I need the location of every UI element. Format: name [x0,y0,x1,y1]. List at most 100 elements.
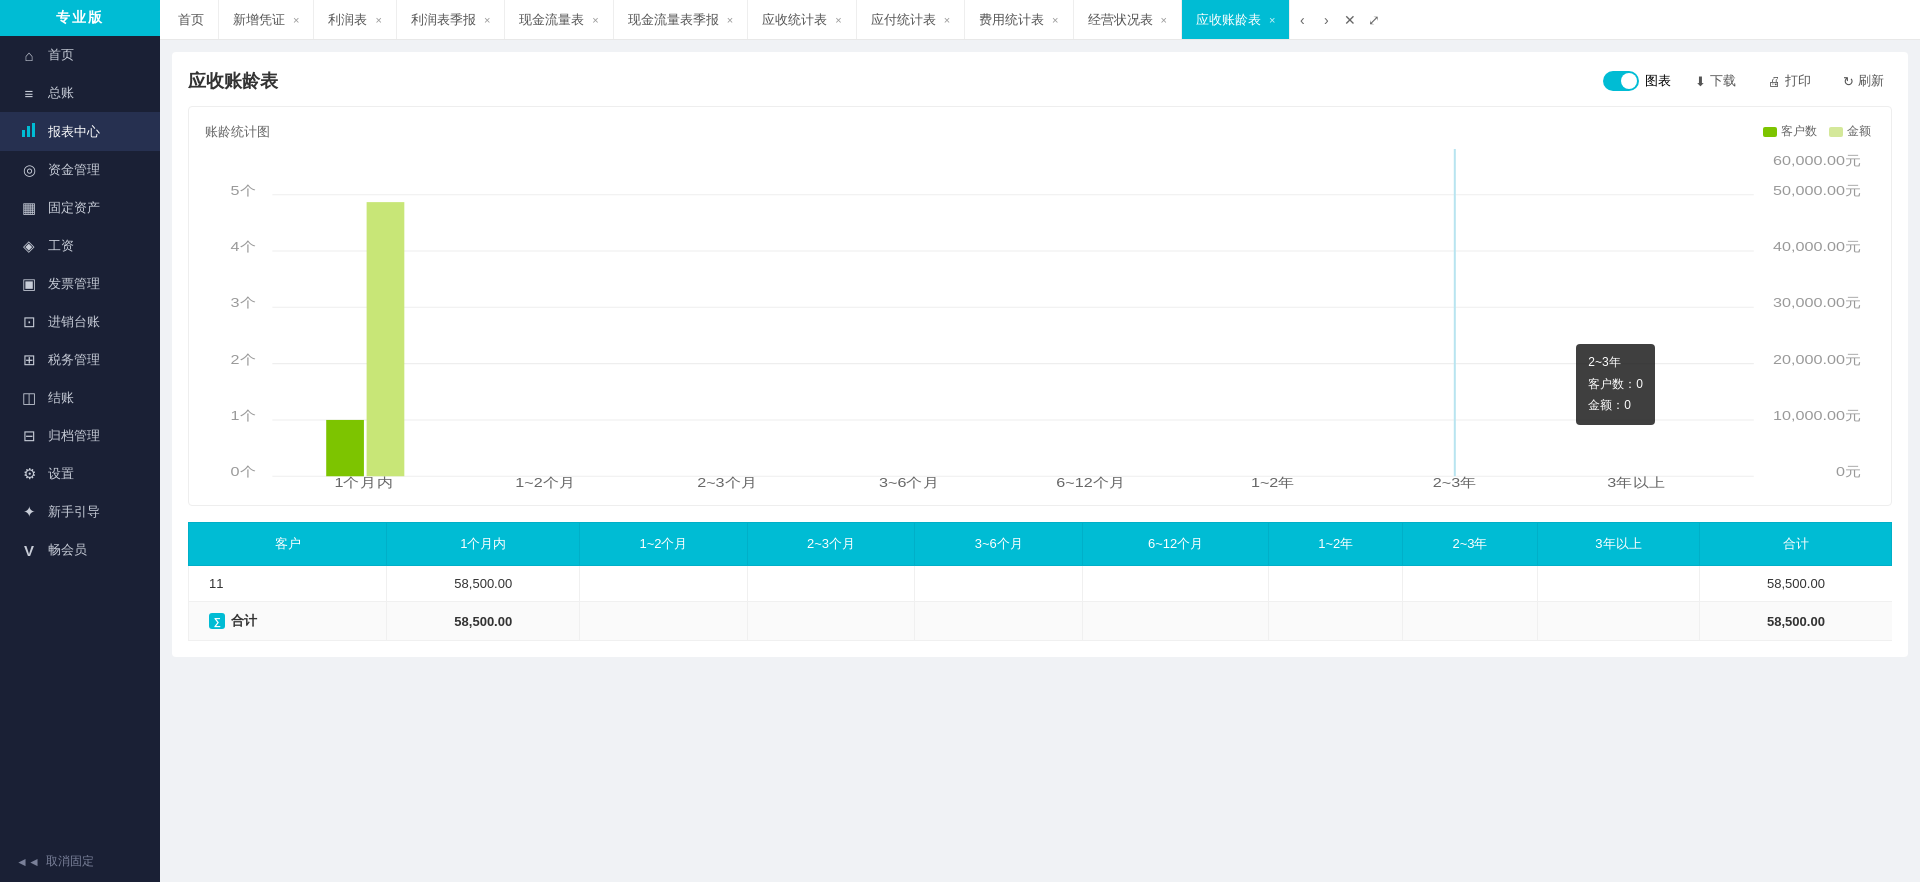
sidebar-item-label: 报表中心 [48,123,100,141]
tab-profit-quarter[interactable]: 利润表季报 × [397,0,505,40]
total-label-wrapper: ∑ 合计 [209,612,378,630]
tab-close-icon[interactable]: × [944,14,950,26]
refresh-button[interactable]: ↻ 刷新 [1835,68,1892,94]
cell-total: 58,500.00 [1700,566,1892,602]
tab-close-icon[interactable]: × [375,14,381,26]
sidebar-item-close[interactable]: ◫ 结账 [0,379,160,417]
guide-icon: ✦ [20,503,38,521]
sidebar-item-assets[interactable]: ▦ 固定资产 [0,189,160,227]
sidebar-item-label: 总账 [48,84,74,102]
legend-amount: 金额 [1829,123,1871,140]
sidebar-item-home[interactable]: ⌂ 首页 [0,36,160,74]
tab-close-icon[interactable]: × [1161,14,1167,26]
tab-close-icon[interactable]: × [835,14,841,26]
print-icon: 🖨 [1768,74,1781,89]
total-y3plus [1537,602,1700,641]
page-content: 应收账龄表 图表 ⬇ 下载 🖨 打印 [160,40,1920,882]
svg-text:1个: 1个 [231,409,257,423]
svg-text:30,000.00元: 30,000.00元 [1773,296,1862,310]
tax-icon: ⊞ [20,351,38,369]
tab-label: 应收账龄表 [1196,11,1261,29]
legend-customers-color [1763,127,1777,137]
tab-ap-stat[interactable]: 应付统计表 × [857,0,965,40]
refresh-icon: ↻ [1843,74,1854,89]
sidebar-item-settings[interactable]: ⚙ 设置 [0,455,160,493]
svg-rect-1 [27,126,30,137]
tab-profit[interactable]: 利润表 × [314,0,396,40]
legend-customers-label: 客户数 [1781,123,1817,140]
legend-customers: 客户数 [1763,123,1817,140]
print-label: 打印 [1785,72,1811,90]
tab-close-icon[interactable]: × [484,14,490,26]
sidebar-item-guide[interactable]: ✦ 新手引导 [0,493,160,531]
legend-amount-color [1829,127,1843,137]
cell-m612 [1083,566,1269,602]
total-icon: ∑ [209,613,225,629]
close-accounts-icon: ◫ [20,389,38,407]
sidebar-item-stock[interactable]: ⊡ 进销台账 [0,303,160,341]
archive-icon: ⊟ [20,427,38,445]
chart-title: 账龄统计图 [205,123,1875,141]
print-button[interactable]: 🖨 打印 [1760,68,1819,94]
sidebar-item-label: 设置 [48,465,74,483]
table-header-row: 客户 1个月内 1~2个月 2~3个月 3~6个月 6~12个月 1~2年 2~… [189,523,1892,566]
total-sum: 58,500.00 [1700,602,1892,641]
chart-toggle[interactable]: 图表 [1603,71,1671,91]
cell-y23 [1403,566,1537,602]
tab-close-icon[interactable]: × [1269,14,1275,26]
sidebar-item-label: 工资 [48,237,74,255]
table-row: 11 58,500.00 58,500.00 [189,566,1892,602]
tab-fullscreen-button[interactable]: ⤢ [1362,0,1386,40]
sidebar-item-reports[interactable]: 报表中心 [0,112,160,151]
tab-close-icon[interactable]: × [592,14,598,26]
report-container: 应收账龄表 图表 ⬇ 下载 🖨 打印 [172,52,1908,657]
download-button[interactable]: ⬇ 下载 [1687,68,1744,94]
total-y12 [1269,602,1403,641]
cell-total-label: ∑ 合计 [189,602,387,641]
col-header-y3plus: 3年以上 [1537,523,1700,566]
sidebar-item-invoice[interactable]: ▣ 发票管理 [0,265,160,303]
tab-cashflow[interactable]: 现金流量表 × [505,0,613,40]
svg-text:3~6个月: 3~6个月 [879,475,940,489]
sidebar-item-ledger[interactable]: ≡ 总账 [0,74,160,112]
cell-customer: 11 [189,566,387,602]
tab-business-stat[interactable]: 经营状况表 × [1074,0,1182,40]
svg-text:1~2年: 1~2年 [1251,475,1295,489]
tab-prev-button[interactable]: ‹ [1290,0,1314,40]
sidebar-item-archive[interactable]: ⊟ 归档管理 [0,417,160,455]
sidebar-item-label: 进销台账 [48,313,100,331]
sidebar-item-label: 结账 [48,389,74,407]
total-m12 [580,602,748,641]
svg-text:20,000.00元: 20,000.00元 [1773,352,1862,366]
tab-expense-stat[interactable]: 费用统计表 × [965,0,1073,40]
tab-voucher[interactable]: 新增凭证 × [219,0,314,40]
tab-cashflow-quarter[interactable]: 现金流量表季报 × [614,0,748,40]
tab-next-button[interactable]: › [1314,0,1338,40]
sidebar-item-funds[interactable]: ◎ 资金管理 [0,151,160,189]
svg-rect-0 [22,130,25,137]
legend-amount-label: 金额 [1847,123,1871,140]
tab-label: 应收统计表 [762,11,827,29]
salary-icon: ◈ [20,237,38,255]
tab-close-icon[interactable]: × [1052,14,1058,26]
tab-label: 新增凭证 [233,11,285,29]
tab-close-icon[interactable]: × [727,14,733,26]
cell-m36 [915,566,1083,602]
tab-close-all-button[interactable]: ✕ [1338,0,1362,40]
sidebar-item-member[interactable]: V 畅会员 [0,531,160,569]
col-header-m36: 3~6个月 [915,523,1083,566]
tab-home[interactable]: 首页 [164,0,219,40]
total-m1: 58,500.00 [387,602,580,641]
total-m36 [915,602,1083,641]
sidebar-item-salary[interactable]: ◈ 工资 [0,227,160,265]
tab-close-icon[interactable]: × [293,14,299,26]
svg-text:1个月内: 1个月内 [334,475,393,489]
toggle-track[interactable] [1603,71,1639,91]
sidebar-item-label: 新手引导 [48,503,100,521]
cell-m12 [580,566,748,602]
tab-ar-stat[interactable]: 应收统计表 × [748,0,856,40]
sidebar-item-tax[interactable]: ⊞ 税务管理 [0,341,160,379]
collapse-sidebar-button[interactable]: ◄◄ 取消固定 [0,841,160,882]
invoice-icon: ▣ [20,275,38,293]
tab-ar-aging[interactable]: 应收账龄表 × [1182,0,1290,40]
